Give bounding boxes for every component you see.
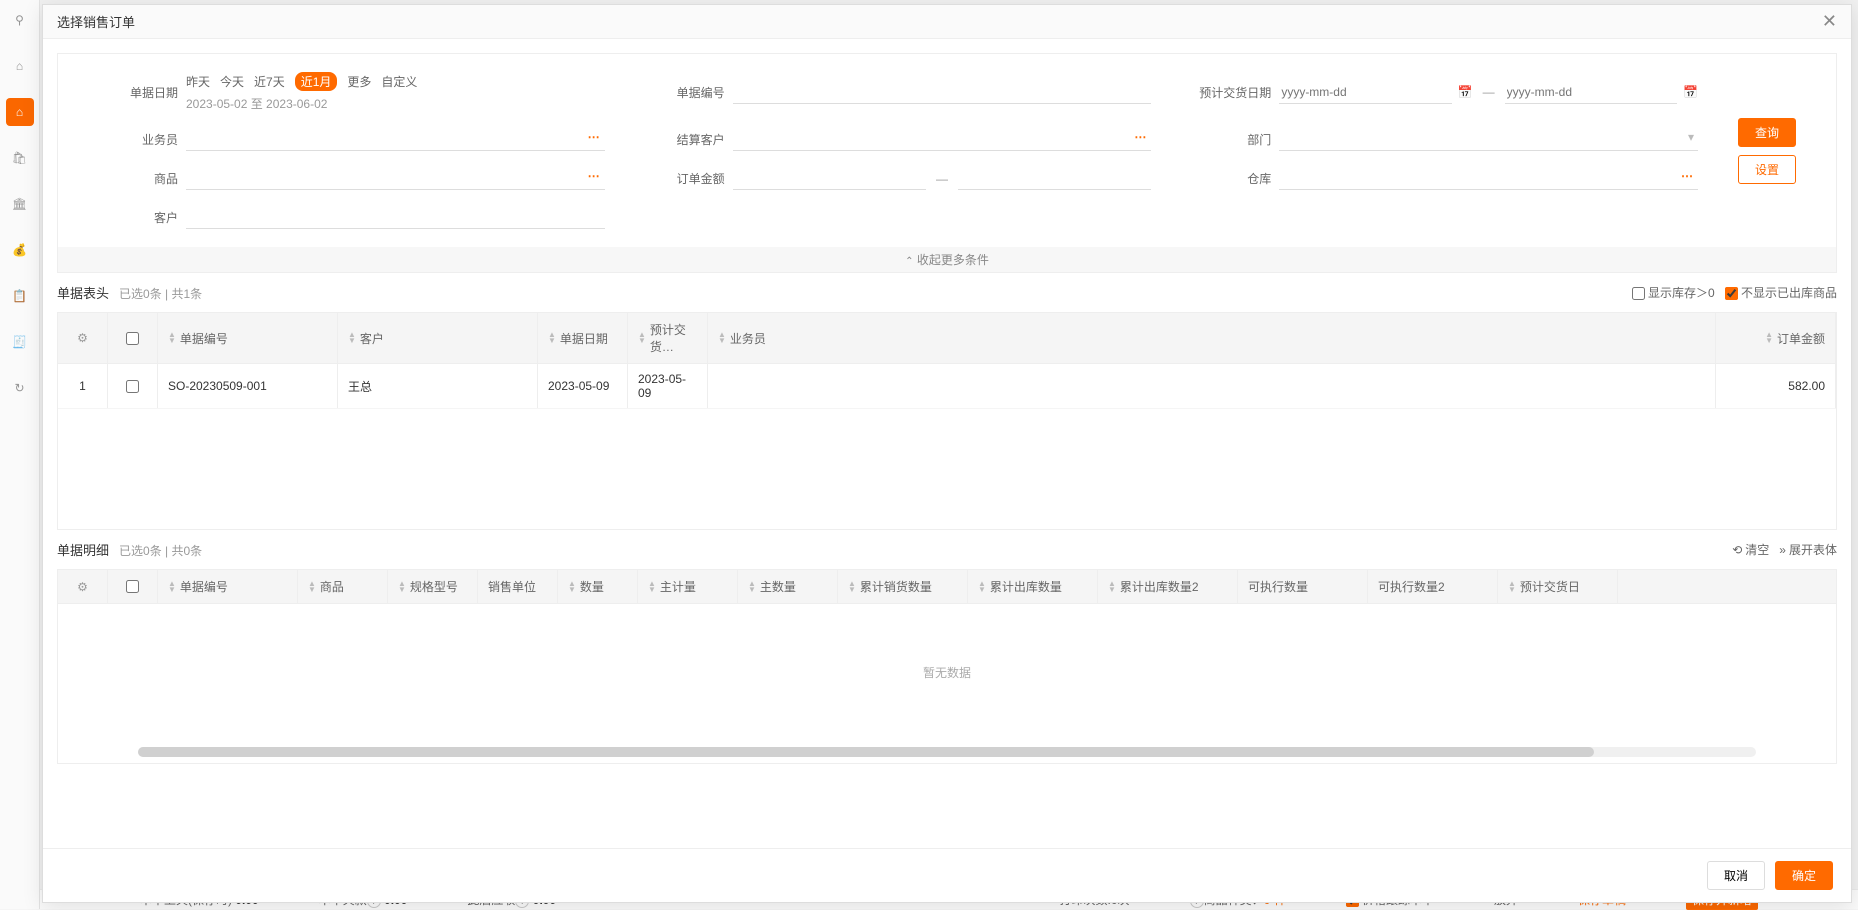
warehouse-field: 仓库 ⋯: [1191, 167, 1698, 190]
date-quick-more[interactable]: 更多: [347, 73, 371, 90]
cell-customer: 王总: [338, 364, 538, 408]
doc-date-field: 单据日期 昨天 今天 近7天 近1月 更多 自定义 2023-05-02 至 2…: [98, 72, 605, 112]
delivery-date-field: 预计交货日期 📅 — 📅: [1191, 81, 1698, 104]
close-icon[interactable]: ✕: [1822, 11, 1837, 32]
customer-field: 客户: [98, 206, 605, 229]
header-table: ⚙ ▲▼单据编号 ▲▼客户 ▲▼单据日期 ▲▼预计交货… ▲▼业务员 ▲▼订单金…: [57, 312, 1837, 530]
dept-field: 部门 ▾: [1191, 128, 1698, 151]
picker-icon[interactable]: ⋯: [1134, 130, 1147, 144]
row-index: 1: [58, 364, 108, 408]
detail-table-head: ⚙ ▲▼单据编号 ▲▼商品 ▲▼规格型号 销售单位 ▲▼数量 ▲▼主计量 ▲▼主…: [58, 570, 1836, 604]
date-quick-last7[interactable]: 近7天: [254, 73, 285, 90]
delivery-from-input[interactable]: [1279, 81, 1451, 104]
detail-empty-text: 暂无数据: [58, 604, 1836, 741]
picker-icon[interactable]: ⋯: [588, 130, 601, 144]
delivery-to-input[interactable]: [1505, 81, 1677, 104]
modal-footer: 取消 确定: [43, 848, 1851, 902]
cell-salesman: [708, 364, 1716, 408]
picker-icon[interactable]: ⋯: [588, 169, 601, 183]
dcol-main-qty[interactable]: ▲▼主数量: [738, 570, 838, 603]
dept-input[interactable]: [1279, 128, 1698, 151]
clear-button[interactable]: ⟲清空: [1732, 541, 1769, 558]
cell-code: SO-20230509-001: [158, 364, 338, 408]
dcol-main-unit[interactable]: ▲▼主计量: [638, 570, 738, 603]
amount-from-input[interactable]: [733, 167, 926, 190]
dcol-exec[interactable]: 可执行数量: [1238, 570, 1368, 603]
cell-delivery: 2023-05-09: [628, 364, 708, 408]
col-customer[interactable]: ▲▼客户: [338, 313, 538, 363]
table-row[interactable]: 1 SO-20230509-001 王总 2023-05-09 2023-05-…: [58, 364, 1836, 409]
order-amount-field: 订单金额 —: [645, 167, 1152, 190]
picker-icon[interactable]: ⋯: [1681, 169, 1694, 183]
settlement-cust-input[interactable]: [733, 128, 1152, 151]
gear-col[interactable]: ⚙: [58, 570, 108, 603]
salesman-input[interactable]: [186, 128, 605, 151]
horizontal-scrollbar[interactable]: [138, 747, 1756, 757]
dcol-product[interactable]: ▲▼商品: [298, 570, 388, 603]
dcol-unit[interactable]: 销售单位: [478, 570, 558, 603]
cell-date: 2023-05-09: [538, 364, 628, 408]
collapse-filters-button[interactable]: ⌃ 收起更多条件: [58, 247, 1836, 272]
gear-icon: ⚙: [77, 580, 88, 594]
dcol-spec[interactable]: ▲▼规格型号: [388, 570, 478, 603]
calendar-icon[interactable]: 📅: [1683, 85, 1698, 99]
show-stock-checkbox[interactable]: 显示库存＞0: [1632, 284, 1715, 301]
doc-no-input[interactable]: [733, 81, 1152, 104]
cell-amount: 582.00: [1716, 364, 1836, 408]
select-all-col[interactable]: [108, 570, 158, 603]
product-input[interactable]: [186, 167, 605, 190]
gear-icon: ⚙: [77, 331, 88, 345]
filter-panel: 单据日期 昨天 今天 近7天 近1月 更多 自定义 2023-05-02 至 2…: [57, 53, 1837, 273]
dcol-cumout2[interactable]: ▲▼累计出库数量2: [1098, 570, 1238, 603]
date-quick-today[interactable]: 今天: [220, 73, 244, 90]
confirm-button[interactable]: 确定: [1775, 861, 1833, 890]
settings-button[interactable]: 设置: [1738, 155, 1796, 184]
hide-shipped-checkbox[interactable]: 不显示已出库商品: [1725, 284, 1837, 301]
amount-to-input[interactable]: [958, 167, 1151, 190]
date-quick-last1mo[interactable]: 近1月: [295, 72, 338, 91]
dcol-code[interactable]: ▲▼单据编号: [158, 570, 298, 603]
detail-table-title-row: 单据明细 已选0条 | 共0条 ⟲清空 »展开表体: [57, 540, 1837, 559]
row-checkbox[interactable]: [108, 364, 158, 408]
header-table-title-row: 单据表头 已选0条 | 共1条 显示库存＞0 不显示已出库商品: [57, 283, 1837, 302]
col-amount[interactable]: ▲▼订单金额: [1716, 313, 1836, 363]
calendar-icon[interactable]: 📅: [1458, 85, 1473, 99]
dcol-cumout[interactable]: ▲▼累计出库数量: [968, 570, 1098, 603]
dcol-qty[interactable]: ▲▼数量: [558, 570, 638, 603]
header-table-title: 单据表头: [57, 283, 109, 302]
warehouse-input[interactable]: [1279, 167, 1698, 190]
col-date[interactable]: ▲▼单据日期: [538, 313, 628, 363]
customer-input[interactable]: [186, 206, 605, 229]
gear-col[interactable]: ⚙: [58, 313, 108, 363]
query-button[interactable]: 查询: [1738, 118, 1796, 147]
detail-table: ⚙ ▲▼单据编号 ▲▼商品 ▲▼规格型号 销售单位 ▲▼数量 ▲▼主计量 ▲▼主…: [57, 569, 1837, 764]
date-quick-custom[interactable]: 自定义: [381, 73, 417, 90]
col-delivery[interactable]: ▲▼预计交货…: [628, 313, 708, 363]
settlement-cust-field: 结算客户 ⋯: [645, 128, 1152, 151]
cancel-button[interactable]: 取消: [1707, 861, 1765, 890]
salesman-field: 业务员 ⋯: [98, 128, 605, 151]
doc-no-field: 单据编号: [645, 81, 1152, 104]
col-salesman[interactable]: ▲▼业务员: [708, 313, 1716, 363]
dcol-cumsale[interactable]: ▲▼累计销货数量: [838, 570, 968, 603]
product-field: 商品 ⋯: [98, 167, 605, 190]
dcol-exec2[interactable]: 可执行数量2: [1368, 570, 1498, 603]
select-all-col[interactable]: [108, 313, 158, 363]
expand-body-button[interactable]: »展开表体: [1779, 541, 1837, 558]
chevron-down-icon[interactable]: ▾: [1688, 130, 1694, 144]
detail-table-title: 单据明细: [57, 540, 109, 559]
select-sales-order-modal: 选择销售订单 ✕ 单据日期 昨天 今天 近7天 近1月: [42, 4, 1852, 903]
col-code[interactable]: ▲▼单据编号: [158, 313, 338, 363]
date-quick-yesterday[interactable]: 昨天: [186, 73, 210, 90]
modal-header: 选择销售订单 ✕: [43, 5, 1851, 39]
date-range-text: 2023-05-02 至 2023-06-02: [186, 95, 605, 112]
modal-title: 选择销售订单: [57, 12, 135, 31]
dcol-delivery[interactable]: ▲▼预计交货日: [1498, 570, 1618, 603]
header-table-head: ⚙ ▲▼单据编号 ▲▼客户 ▲▼单据日期 ▲▼预计交货… ▲▼业务员 ▲▼订单金…: [58, 313, 1836, 364]
